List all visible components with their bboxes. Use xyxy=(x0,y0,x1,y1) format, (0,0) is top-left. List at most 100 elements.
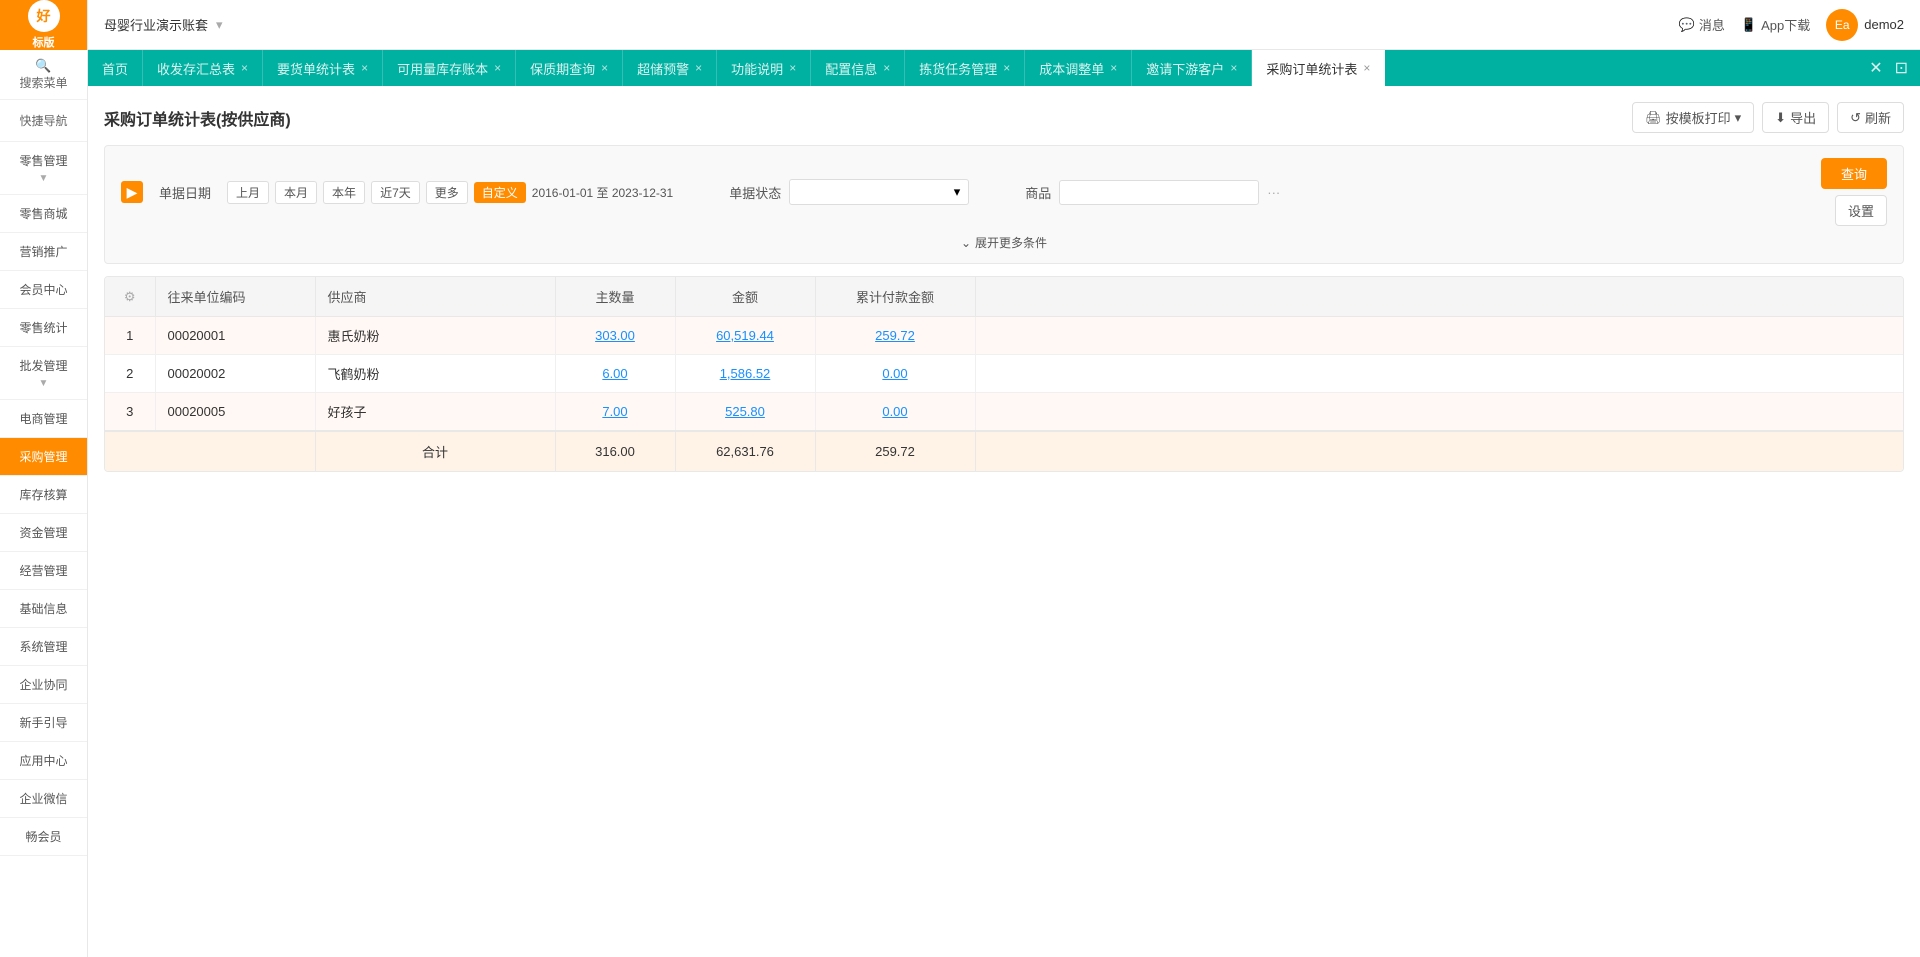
row-2-paid[interactable]: 0.00 xyxy=(815,355,975,393)
tab-close-receive-summary[interactable]: × xyxy=(241,61,248,75)
sidebar-item-retail-management[interactable]: 零售管理 ▼ xyxy=(0,142,87,195)
table-body: 1 00020001 惠氏奶粉 303.00 60,519.44 xyxy=(105,317,1903,432)
sidebar-item-inventory[interactable]: 库存核算 xyxy=(0,476,87,514)
tab-close-overstock-alert[interactable]: × xyxy=(695,61,702,75)
row-3-paid-link[interactable]: 0.00 xyxy=(882,404,907,419)
date-btn-more[interactable]: 更多 xyxy=(426,181,468,204)
sidebar-item-retail-shop[interactable]: 零售商城 xyxy=(0,195,87,233)
user-profile[interactable]: Ea demo2 xyxy=(1826,9,1904,41)
sidebar-item-operations[interactable]: 经营管理 xyxy=(0,552,87,590)
sidebar-item-base-info[interactable]: 基础信息 xyxy=(0,590,87,628)
sidebar-item-member-center[interactable]: 会员中心 xyxy=(0,271,87,309)
app-download-button[interactable]: 📱 App下载 xyxy=(1741,15,1810,34)
tab-close-cost-adjust[interactable]: × xyxy=(1110,61,1117,75)
row-1-code: 00020001 xyxy=(155,317,315,355)
tab-close-available-stock[interactable]: × xyxy=(494,61,501,75)
print-dropdown-icon: ▾ xyxy=(1735,110,1742,126)
footer-empty xyxy=(105,431,315,471)
tab-close-config-info[interactable]: × xyxy=(883,61,890,75)
export-button[interactable]: ⬇ 导出 xyxy=(1762,102,1829,133)
row-3-qty[interactable]: 7.00 xyxy=(555,393,675,432)
tab-available-stock[interactable]: 可用量库存账本 × xyxy=(383,50,516,86)
sidebar-item-finance[interactable]: 资金管理 xyxy=(0,514,87,552)
workspace-dropdown-icon[interactable]: ▾ xyxy=(216,17,223,33)
sidebar-item-purchase-mgmt[interactable]: 采购管理 xyxy=(0,438,87,476)
date-btn-this-month[interactable]: 本月 xyxy=(275,181,317,204)
tab-home[interactable]: 首页 xyxy=(88,50,143,86)
date-btn-7days[interactable]: 近7天 xyxy=(371,181,420,204)
row-1-amount-link[interactable]: 60,519.44 xyxy=(716,328,774,343)
filter-toggle-button[interactable]: ▶ xyxy=(121,181,143,203)
sidebar-quicknav-item[interactable]: 快捷导航 xyxy=(0,100,87,142)
data-table: ⚙ 往来单位编码 供应商 主数量 金额 xyxy=(104,276,1904,472)
goods-input-more-icon[interactable]: ··· xyxy=(1267,185,1280,200)
tab-close-purchase-order-stats[interactable]: × xyxy=(1363,61,1370,75)
row-3-qty-link[interactable]: 7.00 xyxy=(602,404,627,419)
tab-close-function-desc[interactable]: × xyxy=(789,61,796,75)
sidebar-item-system[interactable]: 系统管理 xyxy=(0,628,87,666)
tab-receive-summary[interactable]: 收发存汇总表 × xyxy=(143,50,263,86)
query-button[interactable]: 查询 xyxy=(1821,158,1887,189)
status-select[interactable]: ▾ xyxy=(789,179,969,205)
th-settings[interactable]: ⚙ xyxy=(105,277,155,317)
tab-close-invite-downstream[interactable]: × xyxy=(1230,61,1237,75)
row-1-qty[interactable]: 303.00 xyxy=(555,317,675,355)
date-quick-buttons: 上月 本月 本年 近7天 更多 自定义 2016-01-01 至 2023-12… xyxy=(227,181,673,204)
sidebar-item-new-guide[interactable]: 新手引导 xyxy=(0,704,87,742)
expand-more-button[interactable]: ⌄ 展开更多条件 xyxy=(961,234,1047,251)
sidebar-item-ecommerce[interactable]: 电商管理 xyxy=(0,400,87,438)
settings-button[interactable]: 设置 xyxy=(1835,195,1887,226)
tab-close-all-button[interactable]: ✕ xyxy=(1865,58,1886,78)
th-supplier-label: 供应商 xyxy=(328,290,367,305)
sidebar-search-item[interactable]: 🔍 搜索菜单 xyxy=(0,50,87,100)
row-3-amount[interactable]: 525.80 xyxy=(675,393,815,432)
tab-invite-downstream[interactable]: 邀请下游客户 × xyxy=(1132,50,1252,86)
tab-restore-button[interactable]: ⊡ xyxy=(1891,58,1912,78)
date-btn-last-month[interactable]: 上月 xyxy=(227,181,269,204)
row-1-paid-link[interactable]: 259.72 xyxy=(875,328,915,343)
sidebar-item-enterprise-wechat[interactable]: 企业微信 xyxy=(0,780,87,818)
tab-pickup-task[interactable]: 拣货任务管理 × xyxy=(905,50,1025,86)
row-2-code-value: 00020002 xyxy=(168,366,226,381)
row-2-amount-link[interactable]: 1,586.52 xyxy=(720,366,771,381)
sidebar-item-marketing[interactable]: 营销推广 xyxy=(0,233,87,271)
sidebar-item-wholesale-mgmt[interactable]: 批发管理 ▼ xyxy=(0,347,87,400)
sidebar-item-enterprise-label: 企业协同 xyxy=(6,676,81,693)
row-3-amount-link[interactable]: 525.80 xyxy=(725,404,765,419)
row-2-qty[interactable]: 6.00 xyxy=(555,355,675,393)
row-1-amount[interactable]: 60,519.44 xyxy=(675,317,815,355)
tab-cost-adjust[interactable]: 成本调整单 × xyxy=(1025,50,1132,86)
tab-config-info[interactable]: 配置信息 × xyxy=(811,50,905,86)
sidebar-item-member-vip[interactable]: 畅会员 xyxy=(0,818,87,856)
refresh-button[interactable]: ↺ 刷新 xyxy=(1837,102,1904,133)
tab-close-warranty-query[interactable]: × xyxy=(601,61,608,75)
message-button[interactable]: 💬 消息 xyxy=(1679,15,1725,34)
tab-warranty-query[interactable]: 保质期查询 × xyxy=(516,50,623,86)
row-2-amount[interactable]: 1,586.52 xyxy=(675,355,815,393)
th-code-label: 往来单位编码 xyxy=(168,290,246,305)
row-3-code: 00020005 xyxy=(155,393,315,432)
row-1-paid[interactable]: 259.72 xyxy=(815,317,975,355)
sidebar-item-retail-stats[interactable]: 零售统计 xyxy=(0,309,87,347)
tab-close-order-stats[interactable]: × xyxy=(361,61,368,75)
tab-overstock-alert[interactable]: 超储预警 × xyxy=(623,50,717,86)
row-2-qty-link[interactable]: 6.00 xyxy=(602,366,627,381)
date-btn-this-year[interactable]: 本年 xyxy=(323,181,365,204)
tab-function-desc[interactable]: 功能说明 × xyxy=(717,50,811,86)
page-title: 采购订单统计表(按供应商) xyxy=(104,106,291,130)
row-2-paid-link[interactable]: 0.00 xyxy=(882,366,907,381)
filter-area: ▶ 单据日期 上月 本月 本年 近7天 更多 自定义 2016-01-01 至 … xyxy=(104,145,1904,264)
sidebar-item-enterprise[interactable]: 企业协同 xyxy=(0,666,87,704)
row-1-qty-link[interactable]: 303.00 xyxy=(595,328,635,343)
tab-close-pickup-task[interactable]: × xyxy=(1003,61,1010,75)
tab-purchase-order-stats[interactable]: 采购订单统计表 × xyxy=(1252,50,1385,86)
workspace-name[interactable]: 母婴行业演示账套 xyxy=(104,15,208,34)
sidebar-item-app-center[interactable]: 应用中心 xyxy=(0,742,87,780)
sidebar-item-ecommerce-label: 电商管理 xyxy=(6,410,81,427)
print-button[interactable]: 🖨 按模板打印 ▾ xyxy=(1632,102,1754,133)
tab-order-stats[interactable]: 要货单统计表 × xyxy=(263,50,383,86)
row-3-paid[interactable]: 0.00 xyxy=(815,393,975,432)
goods-filter: 商品 ··· xyxy=(1025,180,1280,205)
date-custom-badge[interactable]: 自定义 xyxy=(474,182,526,203)
goods-input[interactable] xyxy=(1059,180,1259,205)
